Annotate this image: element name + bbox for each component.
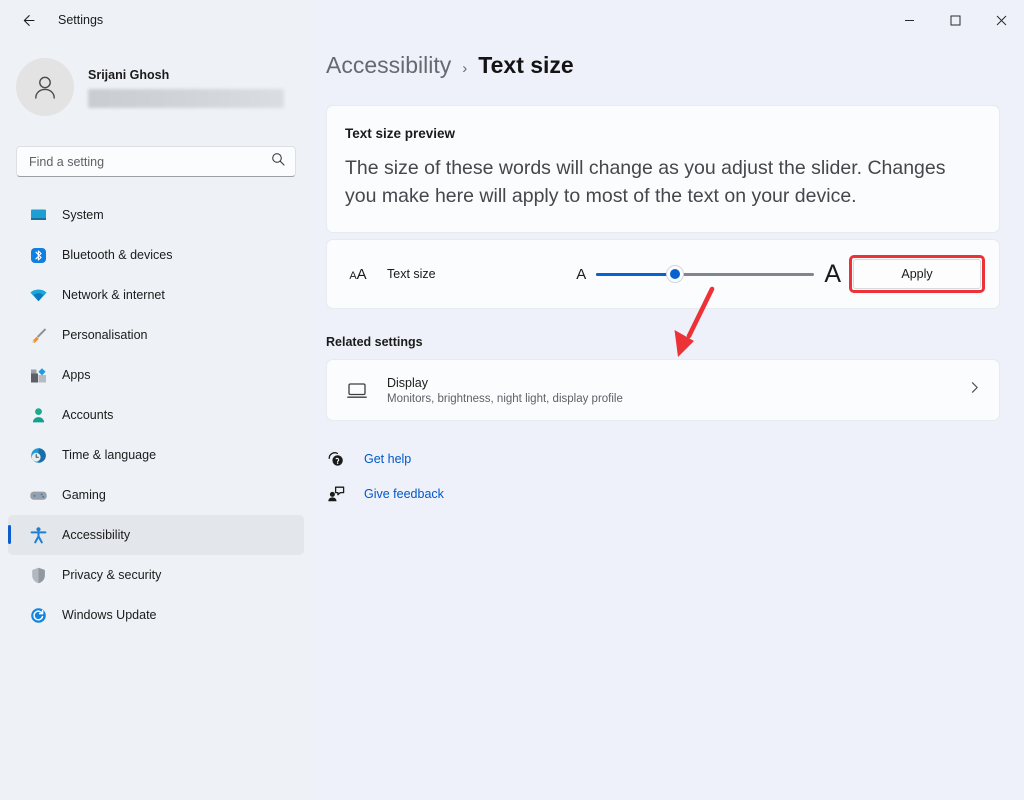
back-arrow-icon[interactable] [14,6,42,34]
person-avatar-icon [16,58,74,116]
give-feedback-label[interactable]: Give feedback [364,487,444,501]
aa-icon-small-letter: A [349,269,357,282]
accessibility-person-icon [28,525,48,545]
monitor-icon [343,379,371,401]
apply-button[interactable]: Apply [853,259,981,290]
search-icon [271,152,285,171]
sidebar-label: Bluetooth & devices [62,248,173,262]
sidebar-label: Gaming [62,488,106,502]
preview-title: Text size preview [345,126,456,141]
aa-icon-big-letter: A [356,265,367,283]
window-controls [886,0,1024,40]
help-question-icon [326,449,346,469]
window-titlebar: Settings [0,0,1024,40]
text-size-aa-icon: AA [343,266,373,283]
paintbrush-icon [28,325,48,345]
give-feedback-link[interactable]: Give feedback [326,484,1024,504]
update-refresh-icon [28,605,48,625]
slider-max-letter: A [824,259,841,288]
sidebar-label: Privacy & security [62,568,162,582]
slider-fill [596,272,675,277]
page-title: Text size [478,52,574,78]
get-help-label[interactable]: Get help [364,452,411,466]
display-subtitle: Monitors, brightness, night light, displ… [387,392,623,405]
text-size-preview-card: Text size preview The size of these word… [326,105,1000,234]
sidebar-item-privacy-security[interactable]: Privacy & security [8,555,304,595]
sidebar-item-network-internet[interactable]: Network & internet [8,275,304,315]
app-title: Settings [58,13,104,27]
sidebar-item-accounts[interactable]: Accounts [8,395,304,435]
wifi-icon [28,285,48,305]
apply-button-highlight: Apply [849,255,985,294]
sidebar-label: Network & internet [62,288,165,302]
text-size-slider-card: AA Text size A A Apply [326,239,1000,310]
chevron-right-icon: › [462,60,468,77]
sidebar-item-time-language[interactable]: Time & language [8,435,304,475]
bluetooth-icon [28,245,48,265]
sidebar-label: Time & language [62,448,157,462]
slider-thumb[interactable] [665,265,684,284]
sidebar-item-apps[interactable]: Apps [8,355,304,395]
sidebar-label: Personalisation [62,328,148,342]
display-title: Display [387,375,428,390]
sidebar-item-gaming[interactable]: Gaming [8,475,304,515]
sidebar-label: Windows Update [62,608,157,622]
account-person-icon [28,405,48,425]
profile-email-redacted [88,89,284,108]
footer-links: Get help Give feedback [326,449,1024,504]
user-profile[interactable]: Srijani Ghosh [0,48,312,116]
sidebar-item-accessibility[interactable]: Accessibility [8,515,304,555]
minimize-button[interactable] [886,0,932,40]
breadcrumb-parent[interactable]: Accessibility [326,52,451,79]
related-settings-heading: Related settings [326,335,423,350]
sidebar-item-windows-update[interactable]: Windows Update [8,595,304,635]
breadcrumb: Accessibility › Text size [312,52,1024,79]
search-input[interactable] [29,154,263,169]
sidebar-item-personalisation[interactable]: Personalisation [8,315,304,355]
gamepad-icon [28,485,48,505]
sidebar: Srijani Ghosh System Bluetooth & devices [0,0,312,800]
get-help-link[interactable]: Get help [326,449,1024,469]
text-size-slider[interactable] [596,265,815,284]
sidebar-item-bluetooth-devices[interactable]: Bluetooth & devices [8,235,304,275]
monitor-icon [28,205,48,225]
chevron-right-icon [968,381,981,399]
sidebar-label: Accounts [62,408,114,422]
close-button[interactable] [978,0,1024,40]
main-content: Accessibility › Text size Text size prev… [312,0,1024,800]
sidebar-item-system[interactable]: System [8,195,304,235]
feedback-person-icon [326,484,346,504]
text-size-label: Text size [387,267,436,282]
slider-group: A A Apply [436,255,985,294]
apps-grid-icon [28,365,48,385]
shield-icon [28,565,48,585]
sidebar-label: System [62,208,104,222]
clock-globe-icon [28,445,48,465]
sidebar-navigation: System Bluetooth & devices Network & int… [0,195,312,635]
maximize-button[interactable] [932,0,978,40]
search-box[interactable] [16,146,296,177]
profile-name: Srijani Ghosh [88,68,170,82]
preview-body: The size of these words will change as y… [345,157,946,207]
sidebar-label: Apps [62,368,91,382]
slider-min-letter: A [576,265,587,283]
display-settings-row[interactable]: Display Monitors, brightness, night ligh… [326,359,1000,422]
sidebar-label: Accessibility [62,528,131,542]
